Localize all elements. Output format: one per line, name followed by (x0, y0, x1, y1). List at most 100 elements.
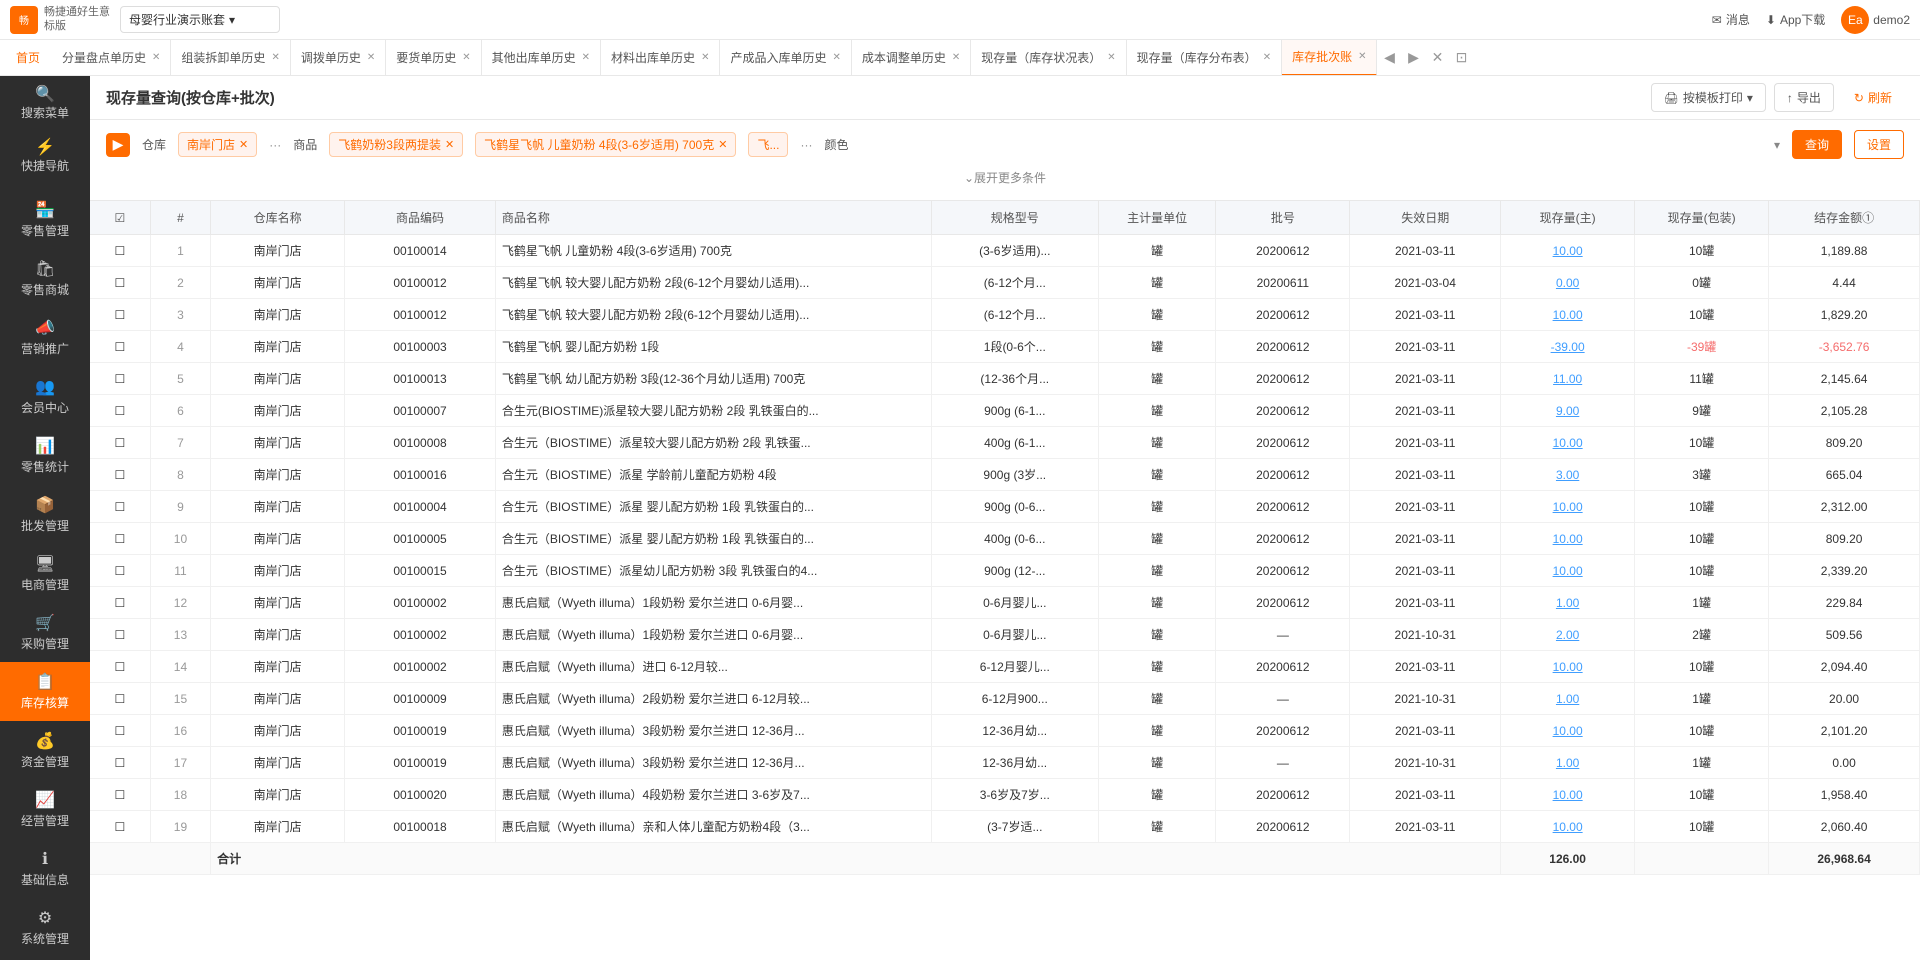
product-tag-2-remove[interactable]: ✕ (718, 138, 727, 151)
tab-close-icon[interactable]: ✕ (952, 52, 960, 63)
row-check-3[interactable]: ☐ (90, 331, 150, 363)
sidebar-item-2[interactable]: 📣营销推广 (0, 308, 90, 367)
row-stock-main-16[interactable]: 1.00 (1501, 747, 1635, 779)
row-check-1[interactable]: ☐ (90, 267, 150, 299)
row-check-7[interactable]: ☐ (90, 459, 150, 491)
row-stock-main-15[interactable]: 10.00 (1501, 715, 1635, 747)
warehouse-tag-remove[interactable]: ✕ (239, 138, 248, 151)
row-check-14[interactable]: ☐ (90, 683, 150, 715)
product-tag-1-remove[interactable]: ✕ (445, 138, 454, 151)
sidebar-item-4[interactable]: 📊零售统计 (0, 426, 90, 485)
tab-close-icon[interactable]: ✕ (582, 52, 590, 63)
tab-close-icon[interactable]: ✕ (152, 52, 160, 63)
sidebar-item-9[interactable]: 💰资金管理 (0, 721, 90, 780)
tab-cailiao[interactable]: 材料出库单历史 ✕ (601, 40, 720, 76)
sidebar-item-1[interactable]: 🛍零售商城 (0, 249, 90, 308)
row-stock-main-6[interactable]: 10.00 (1501, 427, 1635, 459)
print-btn[interactable]: 🖨 按模板打印 ▾ (1651, 83, 1766, 112)
row-check-18[interactable]: ☐ (90, 811, 150, 843)
warehouse-more[interactable]: ··· (269, 138, 281, 152)
row-check-5[interactable]: ☐ (90, 395, 150, 427)
tab-diaob[interactable]: 调拨单历史 ✕ (291, 40, 386, 76)
sidebar-item-6[interactable]: 🖥电商管理 (0, 544, 90, 603)
row-check-0[interactable]: ☐ (90, 235, 150, 267)
tab-chancheng[interactable]: 产成品入库单历史 ✕ (720, 40, 851, 76)
export-btn[interactable]: ↑ 导出 (1774, 83, 1834, 112)
col-check-header[interactable]: ☑ (90, 201, 150, 235)
row-stock-main-3[interactable]: -39.00 (1501, 331, 1635, 363)
tab-zuzhuang[interactable]: 组装拆卸单历史 ✕ (171, 40, 290, 76)
tab-close-icon[interactable]: ✕ (271, 52, 279, 63)
sidebar-item-11[interactable]: ℹ基础信息 (0, 839, 90, 898)
row-check-6[interactable]: ☐ (90, 427, 150, 459)
row-stock-main-12[interactable]: 2.00 (1501, 619, 1635, 651)
sidebar-item-5[interactable]: 📦批发管理 (0, 485, 90, 544)
row-stock-main-7[interactable]: 3.00 (1501, 459, 1635, 491)
tab-prev-btn[interactable]: ◀ (1377, 40, 1401, 76)
row-check-8[interactable]: ☐ (90, 491, 150, 523)
tab-fenpan[interactable]: 分量盘点单历史 ✕ (52, 40, 171, 76)
sidebar-item-0[interactable]: 🏪零售管理 (0, 190, 90, 249)
tab-close-icon[interactable]: ✕ (1263, 52, 1271, 63)
sidebar-item-3[interactable]: 👥会员中心 (0, 367, 90, 426)
row-stock-main-18[interactable]: 10.00 (1501, 811, 1635, 843)
row-check-4[interactable]: ☐ (90, 363, 150, 395)
sidebar-search[interactable]: 🔍 搜索菜单 (0, 76, 90, 129)
tab-close-icon[interactable]: ✕ (1358, 51, 1366, 62)
tab-chengben[interactable]: 成本调整单历史 ✕ (852, 40, 971, 76)
row-check-13[interactable]: ☐ (90, 651, 150, 683)
row-check-12[interactable]: ☐ (90, 619, 150, 651)
sidebar-item-8[interactable]: 📋库存核算 (0, 662, 90, 721)
filter-toggle-btn[interactable]: ▶ (106, 133, 130, 157)
row-stock-main-8[interactable]: 10.00 (1501, 491, 1635, 523)
row-check-2[interactable]: ☐ (90, 299, 150, 331)
tab-close-icon[interactable]: ✕ (832, 52, 840, 63)
row-stock-main-9[interactable]: 10.00 (1501, 523, 1635, 555)
tab-qitachuku[interactable]: 其他出库单历史 ✕ (482, 40, 601, 76)
settings-btn[interactable]: 设置 (1854, 130, 1904, 159)
tab-xiancun2[interactable]: 现存量（库存分布表） ✕ (1127, 40, 1282, 76)
tab-close-icon[interactable]: ✕ (701, 52, 709, 63)
col-balance-header: 结存金额① (1769, 201, 1920, 235)
tab-close-icon[interactable]: ✕ (462, 52, 470, 63)
row-stock-main-10[interactable]: 10.00 (1501, 555, 1635, 587)
row-check-16[interactable]: ☐ (90, 747, 150, 779)
filter-expand[interactable]: ⌄ 展开更多条件 (106, 165, 1904, 190)
product-more[interactable]: ··· (800, 138, 812, 152)
row-check-11[interactable]: ☐ (90, 587, 150, 619)
tab-expand-btn[interactable]: ⊡ (1449, 40, 1473, 76)
color-expand-icon[interactable]: ▾ (1774, 138, 1780, 152)
table-container[interactable]: ☑ # 仓库名称 商品编码 商品名称 规格型号 主计量单位 批号 失效日期 现存… (90, 201, 1920, 960)
row-check-17[interactable]: ☐ (90, 779, 150, 811)
tab-close-icon[interactable]: ✕ (367, 52, 375, 63)
row-stock-main-2[interactable]: 10.00 (1501, 299, 1635, 331)
row-stock-main-13[interactable]: 10.00 (1501, 651, 1635, 683)
row-check-9[interactable]: ☐ (90, 523, 150, 555)
tab-next-btn[interactable]: ▶ (1401, 40, 1425, 76)
tab-home[interactable]: 首页 (4, 40, 52, 76)
tab-close-all-btn[interactable]: ✕ (1425, 40, 1449, 76)
tab-close-icon[interactable]: ✕ (1107, 52, 1115, 63)
sidebar-quick-nav[interactable]: ⚡ 快捷导航 (0, 129, 90, 182)
user-menu[interactable]: Ea demo2 (1841, 6, 1910, 34)
sidebar-item-12[interactable]: ⚙系统管理 (0, 898, 90, 957)
row-stock-main-11[interactable]: 1.00 (1501, 587, 1635, 619)
row-stock-main-17[interactable]: 10.00 (1501, 779, 1635, 811)
row-stock-main-1[interactable]: 0.00 (1501, 267, 1635, 299)
refresh-btn[interactable]: ↻ 刷新 (1842, 84, 1904, 111)
row-stock-main-5[interactable]: 9.00 (1501, 395, 1635, 427)
search-btn[interactable]: 查询 (1792, 130, 1842, 159)
row-stock-main-14[interactable]: 1.00 (1501, 683, 1635, 715)
row-check-10[interactable]: ☐ (90, 555, 150, 587)
app-download-btn[interactable]: ⬇ App下载 (1766, 11, 1825, 28)
row-check-15[interactable]: ☐ (90, 715, 150, 747)
tab-kucun-active[interactable]: 库存批次账 ✕ (1282, 40, 1377, 76)
sidebar-item-7[interactable]: 🛒采购管理 (0, 603, 90, 662)
sidebar-item-10[interactable]: 📈经营管理 (0, 780, 90, 839)
row-stock-main-4[interactable]: 11.00 (1501, 363, 1635, 395)
message-btn[interactable]: ✉ 消息 (1712, 11, 1750, 28)
tab-yaohuo[interactable]: 要货单历史 ✕ (386, 40, 481, 76)
tab-xiancun1[interactable]: 现存量（库存状况表） ✕ (971, 40, 1126, 76)
row-stock-main-0[interactable]: 10.00 (1501, 235, 1635, 267)
org-selector[interactable]: 母婴行业演示账套 ▾ (120, 6, 280, 33)
